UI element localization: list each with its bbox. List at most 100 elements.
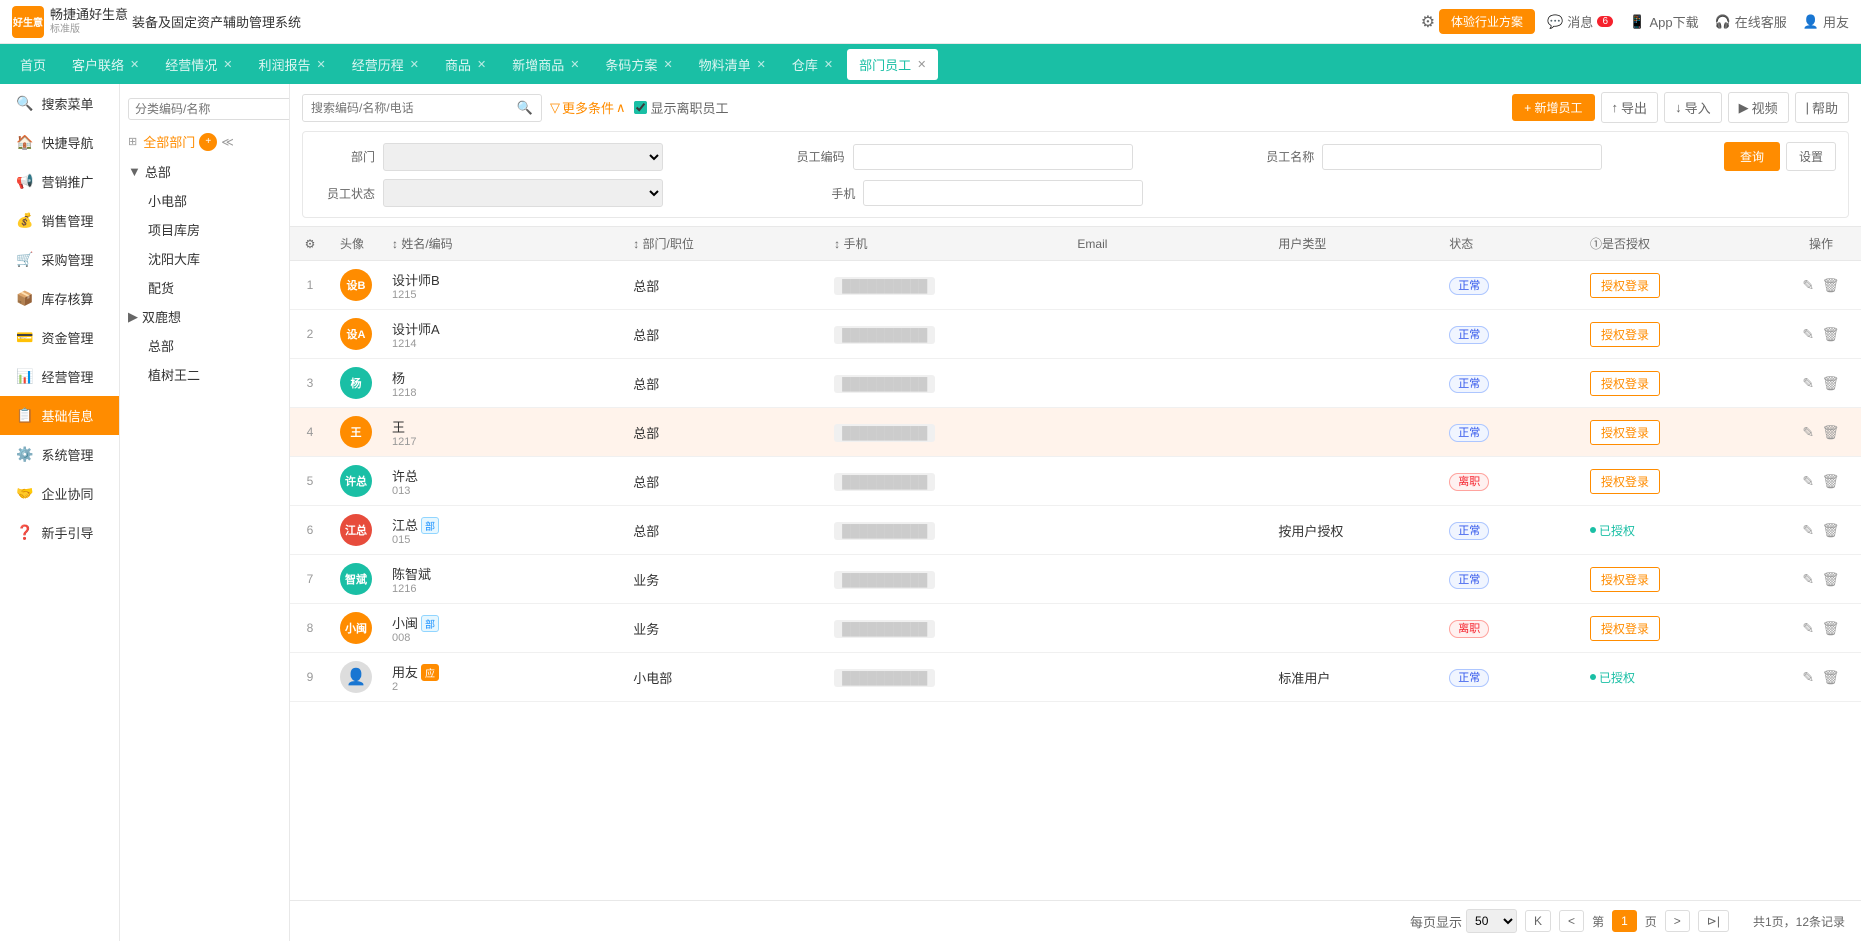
tree-child-xiangmu[interactable]: 项目库房 <box>120 215 289 244</box>
delete-button[interactable]: 🗑 <box>1820 422 1842 443</box>
emp-name-input[interactable] <box>1322 144 1602 170</box>
edit-button[interactable]: ✎ <box>1800 569 1816 590</box>
sidebar-item-sales[interactable]: 💰 销售管理 <box>0 201 119 240</box>
sidebar-item-guide[interactable]: ❓ 新手引导 <box>0 513 119 552</box>
edit-button[interactable]: ✎ <box>1800 422 1816 443</box>
delete-button[interactable]: 🗑 <box>1820 569 1842 590</box>
close-icon[interactable]: ✕ <box>130 58 139 71</box>
delete-button[interactable]: 🗑 <box>1820 324 1842 345</box>
tree-node-shuangluxiang[interactable]: ▶ 双鹿想 <box>120 302 289 331</box>
tab-warehouse[interactable]: 仓库 ✕ <box>780 49 845 80</box>
close-icon[interactable]: ✕ <box>223 58 232 71</box>
delete-button[interactable]: 🗑 <box>1820 471 1842 492</box>
close-icon[interactable]: ✕ <box>663 58 672 71</box>
col-settings[interactable]: ⚙ <box>290 227 330 261</box>
edit-button[interactable]: ✎ <box>1800 520 1816 541</box>
view-button[interactable]: ▶ 视频 <box>1728 92 1789 123</box>
delete-button[interactable]: 🗑 <box>1820 275 1842 296</box>
sidebar-item-nav[interactable]: 🏠 快捷导航 <box>0 123 119 162</box>
trial-button[interactable]: 体验行业方案 <box>1439 9 1535 34</box>
tab-profit[interactable]: 利润报告 ✕ <box>246 49 337 80</box>
user-avatar[interactable]: 👤 用友 <box>1803 12 1849 31</box>
auth-button[interactable]: 授权登录 <box>1590 616 1660 641</box>
dept-select[interactable] <box>383 143 663 171</box>
tab-new-goods[interactable]: 新增商品 ✕ <box>500 49 591 80</box>
tab-customer[interactable]: 客户联络 ✕ <box>60 49 151 80</box>
tab-staff[interactable]: 部门员工 ✕ <box>847 49 938 80</box>
tree-child-shenyang[interactable]: 沈阳大库 <box>120 244 289 273</box>
notification-btn[interactable]: 💬 消息 6 <box>1547 12 1613 31</box>
close-icon[interactable]: ✕ <box>570 58 579 71</box>
sidebar-item-system[interactable]: ⚙️ 系统管理 <box>0 435 119 474</box>
add-employee-button[interactable]: + 新增员工 <box>1512 94 1594 121</box>
close-icon[interactable]: ✕ <box>757 58 766 71</box>
more-conditions-btn[interactable]: ▽ 更多条件 ∧ <box>550 98 626 117</box>
gear-icon[interactable]: ⚙ <box>1421 12 1435 32</box>
tree-add-btn[interactable]: + <box>199 133 217 151</box>
help-button[interactable]: | 帮助 <box>1795 92 1849 123</box>
online-service-btn[interactable]: 🎧 在线客服 <box>1715 12 1787 31</box>
phone-input[interactable] <box>863 180 1143 206</box>
tab-operation[interactable]: 经营情况 ✕ <box>153 49 244 80</box>
emp-code-input[interactable] <box>853 144 1133 170</box>
tab-goods[interactable]: 商品 ✕ <box>433 49 498 80</box>
first-page-button[interactable]: K <box>1525 910 1551 932</box>
last-page-button[interactable]: ⊳| <box>1698 910 1729 932</box>
tab-history[interactable]: 经营历程 ✕ <box>340 49 431 80</box>
tab-bom[interactable]: 物料清单 ✕ <box>687 49 778 80</box>
tree-root-label[interactable]: 全部部门 <box>143 132 195 151</box>
sidebar-item-inventory[interactable]: 📦 库存核算 <box>0 279 119 318</box>
emp-status-select[interactable] <box>383 179 663 207</box>
delete-button[interactable]: 🗑 <box>1820 520 1842 541</box>
tab-home[interactable]: 首页 <box>8 49 58 80</box>
sidebar-item-search[interactable]: 🔍 搜索菜单 <box>0 84 119 123</box>
auth-button[interactable]: 授权登录 <box>1590 567 1660 592</box>
sidebar-item-collab[interactable]: 🤝 企业协同 <box>0 474 119 513</box>
export-button[interactable]: ↑ 导出 <box>1601 92 1659 123</box>
tab-barcode[interactable]: 条码方案 ✕ <box>593 49 684 80</box>
edit-button[interactable]: ✎ <box>1800 324 1816 345</box>
search-submit-button[interactable]: 查询 <box>1724 142 1780 171</box>
tree-child-xiaodian[interactable]: 小电部 <box>120 186 289 215</box>
col-phone-header[interactable]: ↕ 手机 <box>824 227 1067 261</box>
close-icon[interactable]: ✕ <box>917 58 926 71</box>
col-dept-header[interactable]: ↕ 部门/职位 <box>623 227 824 261</box>
close-icon[interactable]: ✕ <box>317 58 326 71</box>
tree-child-peihuo[interactable]: 配货 <box>120 273 289 302</box>
edit-button[interactable]: ✎ <box>1800 667 1816 688</box>
search-input[interactable] <box>303 96 509 120</box>
sidebar-item-marketing[interactable]: 📢 营销推广 <box>0 162 119 201</box>
edit-button[interactable]: ✎ <box>1800 275 1816 296</box>
auth-button[interactable]: 授权登录 <box>1590 420 1660 445</box>
prev-page-button[interactable]: < <box>1559 910 1584 932</box>
sidebar-item-base-info[interactable]: 📋 基础信息 <box>0 396 119 435</box>
tree-collapse-btn[interactable]: ≪ <box>221 135 234 149</box>
edit-button[interactable]: ✎ <box>1800 373 1816 394</box>
delete-button[interactable]: 🗑 <box>1820 618 1842 639</box>
edit-button[interactable]: ✎ <box>1800 618 1816 639</box>
sidebar-item-finance[interactable]: 💳 资金管理 <box>0 318 119 357</box>
tree-child-zhushuwang[interactable]: 植树王二 <box>120 360 289 389</box>
show-resigned-checkbox[interactable] <box>634 101 647 114</box>
sidebar-item-purchase[interactable]: 🛒 采购管理 <box>0 240 119 279</box>
tree-node-zongbu[interactable]: ▼ 总部 <box>120 157 289 186</box>
col-name-header[interactable]: ↕ 姓名/编码 <box>382 227 623 261</box>
next-page-button[interactable]: > <box>1665 910 1690 932</box>
delete-button[interactable]: 🗑 <box>1820 667 1842 688</box>
close-icon[interactable]: ✕ <box>410 58 419 71</box>
tree-search-input[interactable] <box>128 98 290 120</box>
sidebar-item-operations[interactable]: 📊 经营管理 <box>0 357 119 396</box>
per-page-select[interactable]: 50 100 <box>1466 909 1517 933</box>
auth-button[interactable]: 授权登录 <box>1590 322 1660 347</box>
close-icon[interactable]: ✕ <box>824 58 833 71</box>
delete-button[interactable]: 🗑 <box>1820 373 1842 394</box>
import-button[interactable]: ↓ 导入 <box>1664 92 1722 123</box>
tree-child-zongbu2[interactable]: 总部 <box>120 331 289 360</box>
auth-button[interactable]: 授权登录 <box>1590 469 1660 494</box>
app-download-btn[interactable]: 📱 App下载 <box>1629 12 1698 31</box>
close-icon[interactable]: ✕ <box>477 58 486 71</box>
settings-button[interactable]: 设置 <box>1786 142 1836 171</box>
auth-button[interactable]: 授权登录 <box>1590 371 1660 396</box>
auth-button[interactable]: 授权登录 <box>1590 273 1660 298</box>
edit-button[interactable]: ✎ <box>1800 471 1816 492</box>
